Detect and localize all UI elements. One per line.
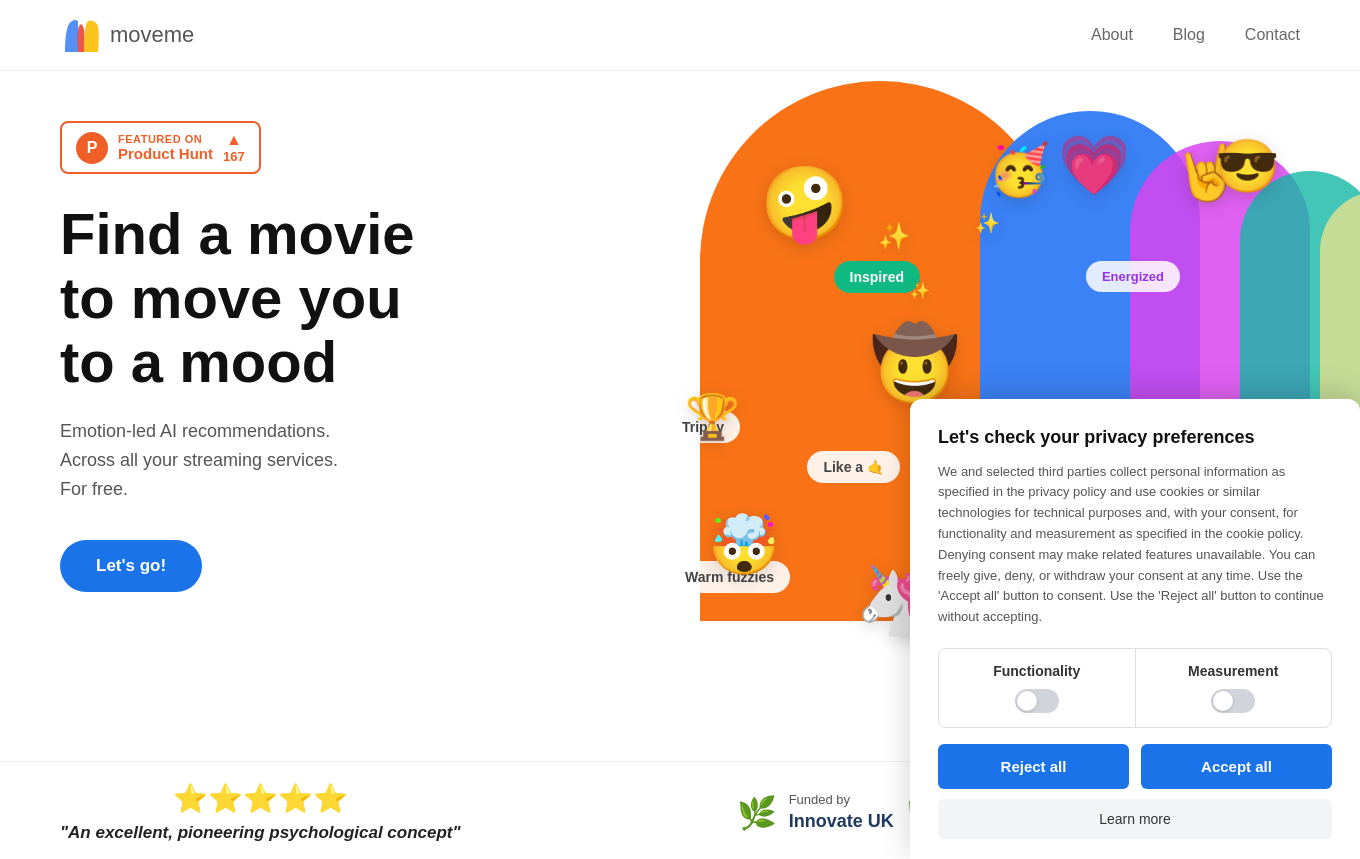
- functionality-toggle-section: Functionality: [939, 649, 1136, 727]
- measurement-label: Measurement: [1188, 663, 1278, 679]
- hero-left: P FEATURED ON Product Hunt ▲ 167 Find a …: [60, 101, 500, 592]
- mood-label-energized: Energized: [1086, 261, 1180, 292]
- emoji-heart: 💗: [1058, 131, 1130, 199]
- learn-more-button[interactable]: Learn more: [938, 799, 1332, 839]
- headline-line1: Find a movie: [60, 201, 415, 266]
- ph-title: Product Hunt: [118, 145, 213, 162]
- headline-line2: to move you: [60, 265, 402, 330]
- innovate-text: Funded by Innovate UK: [789, 791, 894, 834]
- hero-subtitle: Emotion-led AI recommendations. Across a…: [60, 417, 500, 503]
- privacy-dialog: Let's check your privacy preferences We …: [910, 399, 1360, 859]
- subtitle-line1: Emotion-led AI recommendations.: [60, 421, 330, 441]
- measurement-toggle-section: Measurement: [1136, 649, 1332, 727]
- emoji-cowboy: 🤠: [870, 321, 960, 406]
- privacy-toggles: Functionality Measurement: [938, 648, 1332, 728]
- headline-line3: to a mood: [60, 329, 337, 394]
- logo[interactable]: moveme: [60, 14, 194, 56]
- ph-votes: ▲ 167: [223, 131, 245, 164]
- emoji-cool: 😎: [1215, 136, 1280, 197]
- functionality-label: Functionality: [993, 663, 1080, 679]
- nav-about[interactable]: About: [1091, 26, 1133, 44]
- reject-all-button[interactable]: Reject all: [938, 744, 1129, 789]
- main-nav: About Blog Contact: [1091, 26, 1300, 44]
- hero-headline: Find a movie to move you to a mood: [60, 202, 500, 393]
- privacy-body: We and selected third parties collect pe…: [938, 462, 1332, 628]
- functionality-toggle-knob: [1017, 691, 1037, 711]
- emoji-exploding: 🤯: [708, 511, 780, 579]
- innovate-label: Funded by: [789, 791, 894, 809]
- ph-arrow: ▲: [226, 131, 242, 149]
- header: moveme About Blog Contact: [0, 0, 1360, 71]
- measurement-toggle-knob: [1213, 691, 1233, 711]
- emoji-sparkling2: ✨: [910, 281, 930, 300]
- subtitle-line2: Across all your streaming services.: [60, 450, 338, 470]
- measurement-toggle[interactable]: [1211, 689, 1255, 713]
- ph-text: FEATURED ON Product Hunt: [118, 133, 213, 162]
- mood-label-likea: Like a 🤙: [807, 451, 900, 483]
- emoji-zany: 🤪: [760, 161, 850, 246]
- nav-blog[interactable]: Blog: [1173, 26, 1205, 44]
- privacy-action-buttons: Reject all Accept all: [938, 744, 1332, 789]
- ph-icon: P: [76, 132, 108, 164]
- subtitle-line3: For free.: [60, 479, 128, 499]
- star-rating: ⭐⭐⭐⭐⭐: [173, 782, 348, 815]
- functionality-toggle[interactable]: [1015, 689, 1059, 713]
- ph-count: 167: [223, 149, 245, 164]
- emoji-party: 🥳: [988, 141, 1050, 199]
- mood-label-inspired: Inspired: [834, 261, 920, 293]
- quote-text: "An excellent, pioneering psychological …: [60, 823, 461, 843]
- cta-button[interactable]: Let's go!: [60, 540, 202, 592]
- innovate-title: Innovate UK: [789, 809, 894, 834]
- emoji-trophy: 🏆: [685, 391, 740, 443]
- ph-label: FEATURED ON: [118, 133, 213, 145]
- emoji-sparkling3: ✨: [975, 211, 1000, 235]
- emoji-sparkling1: ✨: [878, 221, 910, 252]
- logo-wordmark: moveme: [110, 22, 194, 48]
- stars-section: ⭐⭐⭐⭐⭐ "An excellent, pioneering psycholo…: [60, 782, 461, 843]
- privacy-title: Let's check your privacy preferences: [938, 427, 1332, 448]
- left-laurel-icon: 🌿: [737, 794, 777, 832]
- accept-all-button[interactable]: Accept all: [1141, 744, 1332, 789]
- product-hunt-badge[interactable]: P FEATURED ON Product Hunt ▲ 167: [60, 121, 261, 174]
- nav-contact[interactable]: Contact: [1245, 26, 1300, 44]
